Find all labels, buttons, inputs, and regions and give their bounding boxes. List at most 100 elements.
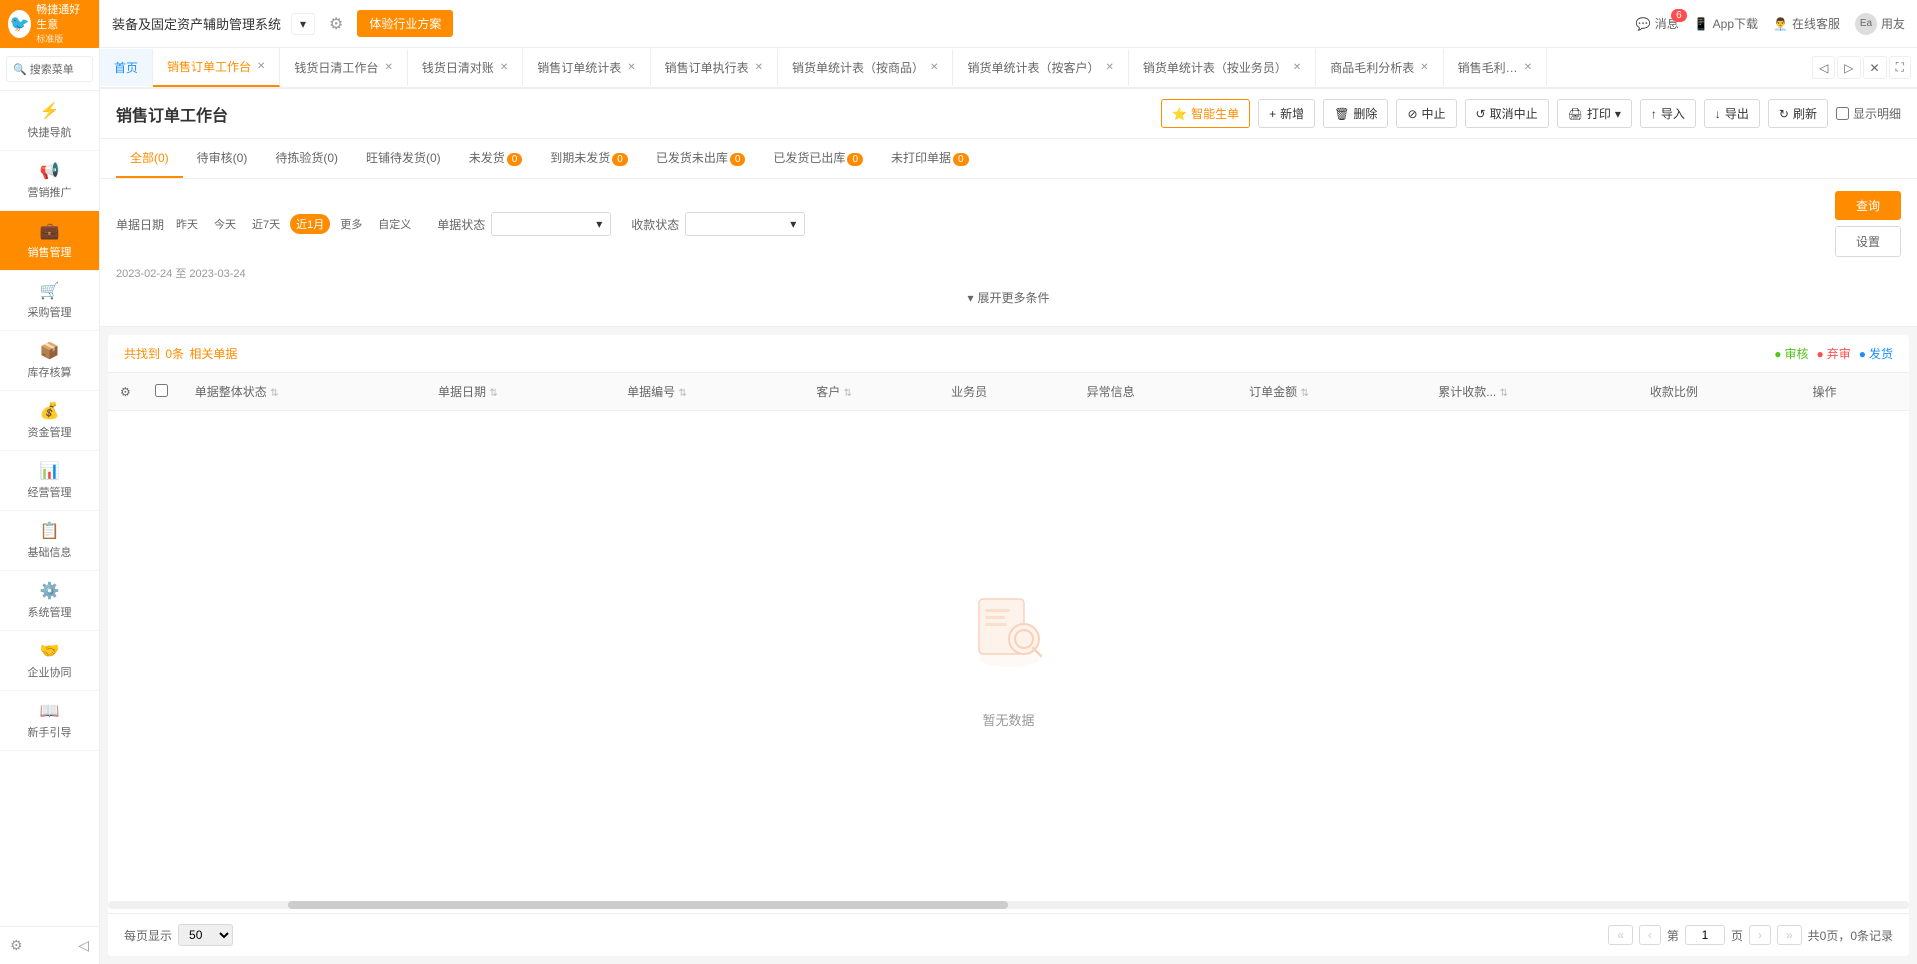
print-button[interactable]: 🖨 打印 ▾: [1557, 99, 1632, 128]
tab-close-icon[interactable]: ✕: [627, 62, 635, 73]
system-dropdown-button[interactable]: ▾: [291, 13, 315, 35]
filter-tab-pending-check[interactable]: 待拣验货(0): [261, 139, 352, 178]
query-button[interactable]: 查询: [1835, 191, 1901, 220]
tab-close-icon[interactable]: ✕: [500, 62, 508, 73]
reject-button[interactable]: ● 弃审: [1816, 345, 1850, 362]
tab-daily-clear[interactable]: 钱货日清工作台 ✕: [280, 49, 407, 86]
date-yesterday-button[interactable]: 昨天: [170, 214, 204, 234]
pagination-control: « ‹ 第 页 › » 共0页，0条记录: [1608, 925, 1893, 945]
add-button[interactable]: + 新增: [1258, 99, 1315, 128]
export-button[interactable]: ↓ 导出: [1704, 99, 1760, 128]
filter-tab-unshipped[interactable]: 未发货0: [455, 139, 537, 178]
tab-sales-exec[interactable]: 销售订单执行表 ✕: [651, 49, 778, 86]
sort-icon[interactable]: ⇅: [844, 388, 852, 399]
tab-sales-customer[interactable]: 销货单统计表（按客户） ✕: [953, 49, 1128, 86]
settings-col-icon[interactable]: ⚙: [120, 385, 131, 399]
tab-close-icon[interactable]: ✕: [1293, 62, 1301, 73]
tab-close-icon[interactable]: ✕: [755, 62, 763, 73]
sidebar-item-enterprise[interactable]: 🤝 企业协同: [0, 631, 99, 691]
page-content: 销售订单工作台 ⭐ 智能生单 + 新增 🗑 删除 ⊘ 中止: [100, 89, 1917, 964]
first-page-button[interactable]: «: [1608, 925, 1633, 945]
filter-tab-unprinted[interactable]: 未打印单据0: [877, 139, 983, 178]
sidebar-item-purchase[interactable]: 🛒 采购管理: [0, 271, 99, 331]
tab-close-icon[interactable]: ✕: [930, 62, 938, 73]
filter-tab-shipped-not-out[interactable]: 已发货未出库0: [642, 139, 760, 178]
filter-tab-shipped-out[interactable]: 已发货已出库0: [759, 139, 877, 178]
tab-sales-goods[interactable]: 销货单统计表（按商品） ✕: [778, 49, 953, 86]
date-1month-button[interactable]: 近1月: [290, 214, 330, 234]
collapse-button[interactable]: ◁: [78, 937, 89, 954]
filter-tab-pending-audit[interactable]: 待审核(0): [183, 139, 262, 178]
show-detail-checkbox-label[interactable]: 显示明细: [1836, 105, 1901, 122]
sidebar-item-marketing[interactable]: 📢 营销推广: [0, 151, 99, 211]
user-menu-button[interactable]: Ea 用友: [1855, 13, 1905, 35]
sidebar-item-basic-info[interactable]: 📋 基础信息: [0, 511, 99, 571]
sidebar-item-inventory[interactable]: 📦 库存核算: [0, 331, 99, 391]
ship-button[interactable]: ● 发货: [1859, 345, 1893, 362]
message-button[interactable]: 💬 消息 6: [1636, 15, 1679, 32]
tab-home[interactable]: 首页: [100, 49, 153, 86]
select-all-checkbox[interactable]: [155, 384, 168, 397]
sort-icon[interactable]: ⇅: [678, 388, 686, 399]
payment-select[interactable]: ▾: [685, 212, 805, 236]
col-label: 业务员: [951, 385, 987, 399]
tab-close-icon[interactable]: ✕: [1420, 62, 1428, 73]
date-custom-button[interactable]: 自定义: [372, 214, 417, 234]
sort-icon[interactable]: ⇅: [489, 388, 497, 399]
sidebar-item-management[interactable]: 📊 经营管理: [0, 451, 99, 511]
sort-icon[interactable]: ⇅: [270, 388, 278, 399]
tab-nav-right-button[interactable]: ▷: [1837, 56, 1860, 79]
sidebar-item-quick-nav[interactable]: ⚡ 快捷导航: [0, 91, 99, 151]
set-button[interactable]: 设置: [1835, 226, 1901, 257]
tab-close-icon[interactable]: ✕: [1524, 62, 1532, 73]
sidebar-item-system[interactable]: ⚙️ 系统管理: [0, 571, 99, 631]
tab-nav-close-button[interactable]: ✕: [1863, 56, 1887, 79]
topbar-settings-button[interactable]: ⚙: [325, 10, 347, 38]
settings-button[interactable]: ⚙: [10, 937, 23, 954]
audit-button[interactable]: ● 审核: [1774, 345, 1808, 362]
tab-close-icon[interactable]: ✕: [384, 62, 392, 73]
filter-tab-wangpu[interactable]: 旺铺待发货(0): [352, 139, 455, 178]
tab-sales-order-workbench[interactable]: 销售订单工作台 ✕: [153, 48, 280, 87]
tab-close-icon[interactable]: ✕: [1105, 62, 1113, 73]
app-download-button[interactable]: 📱 App下载: [1694, 15, 1758, 32]
search-menu-button[interactable]: 🔍 搜索菜单: [6, 56, 93, 82]
delete-button[interactable]: 🗑 删除: [1323, 99, 1388, 128]
filter-tab-overdue-unshipped[interactable]: 到期未发货0: [536, 139, 642, 178]
tab-close-icon[interactable]: ✕: [257, 61, 265, 72]
sidebar-item-sales[interactable]: 💼 销售管理: [0, 211, 99, 271]
sort-icon[interactable]: ⇅: [1301, 388, 1309, 399]
date-more-button[interactable]: 更多: [334, 214, 368, 234]
sidebar-item-finance[interactable]: 💰 资金管理: [0, 391, 99, 451]
cancel-stop-button[interactable]: ↺ 取消中止: [1465, 99, 1549, 128]
tab-gross-profit[interactable]: 商品毛利分析表 ✕: [1316, 49, 1443, 86]
online-service-button[interactable]: 👨‍💼 在线客服: [1773, 15, 1840, 32]
tab-nav-fullscreen-button[interactable]: ⛶: [1889, 56, 1911, 79]
expand-more-button[interactable]: ▾ 展开更多条件: [116, 281, 1901, 314]
last-page-button[interactable]: »: [1777, 925, 1802, 945]
date-7days-button[interactable]: 近7天: [246, 214, 286, 234]
stop-button[interactable]: ⊘ 中止: [1396, 99, 1456, 128]
refresh-button[interactable]: ↻ 刷新: [1768, 99, 1828, 128]
sidebar-item-guide[interactable]: 📖 新手引导: [0, 691, 99, 751]
table-scrollbar[interactable]: [108, 897, 1909, 913]
sort-icon[interactable]: ⇅: [1500, 388, 1508, 399]
tab-daily-reconcile[interactable]: 钱货日清对账 ✕: [408, 49, 523, 86]
industry-solution-button[interactable]: 体验行业方案: [357, 10, 453, 37]
page-size-select[interactable]: 10 20 50 100: [178, 924, 233, 946]
status-select[interactable]: ▾: [491, 212, 611, 236]
tab-nav-left-button[interactable]: ◁: [1812, 56, 1835, 79]
tab-sales-stats[interactable]: 销售订单统计表 ✕: [523, 49, 650, 86]
search-row-1: 单据日期 昨天 今天 近7天 近1月 更多 自定义 单据状态 ▾: [116, 191, 1901, 257]
show-detail-checkbox[interactable]: [1836, 107, 1849, 120]
date-today-button[interactable]: 今天: [208, 214, 242, 234]
page-number-input[interactable]: [1685, 925, 1725, 945]
tab-sales-staff[interactable]: 销货单统计表（按业务员） ✕: [1129, 49, 1316, 86]
smart-order-button[interactable]: ⭐ 智能生单: [1161, 99, 1250, 128]
next-page-button[interactable]: ›: [1749, 925, 1771, 945]
tab-sales-gross[interactable]: 销售毛利… ✕: [1444, 49, 1547, 86]
status-dropdown-icon: ▾: [596, 217, 602, 231]
filter-tab-all[interactable]: 全部(0): [116, 139, 183, 178]
import-button[interactable]: ↑ 导入: [1640, 99, 1696, 128]
prev-page-button[interactable]: ‹: [1639, 925, 1661, 945]
